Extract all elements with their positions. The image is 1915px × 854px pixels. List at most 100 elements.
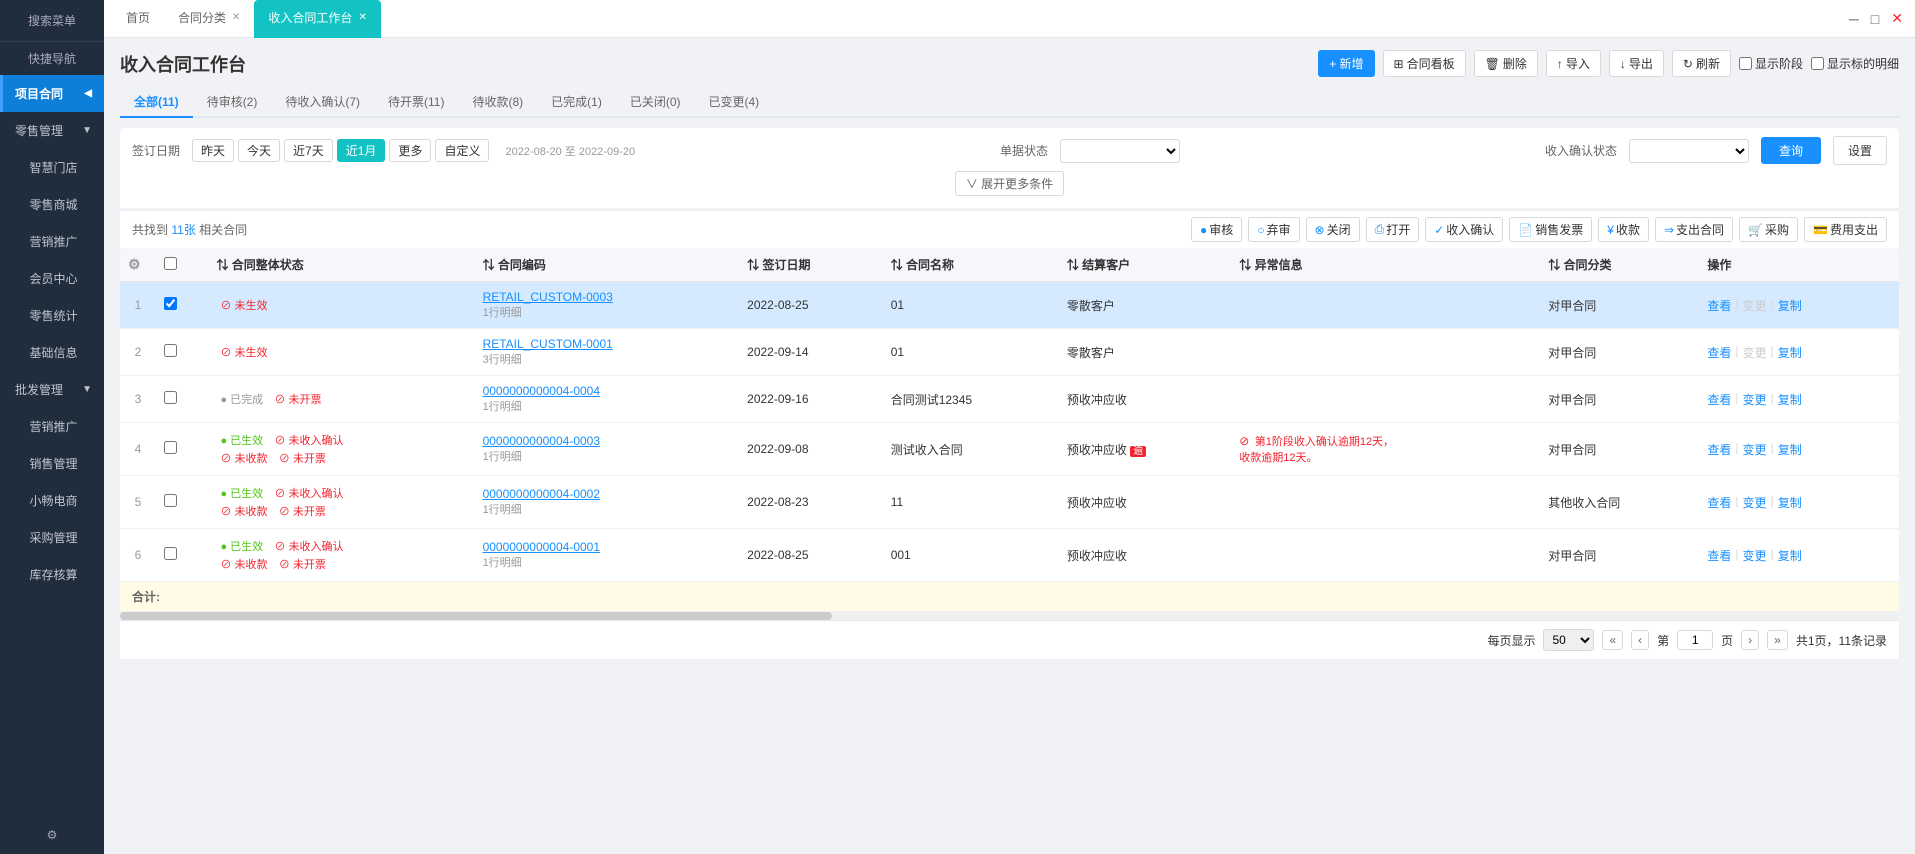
setting-button[interactable]: 设置 [1833, 136, 1887, 165]
date-last1month[interactable]: 近1月 [337, 139, 386, 162]
close-tab-contract-type[interactable]: ✕ [232, 12, 240, 23]
sidebar-item-sales-mgmt[interactable]: 销售管理 [0, 445, 104, 482]
change-button[interactable]: 变更 [1743, 494, 1767, 511]
copy-button[interactable]: 复制 [1778, 547, 1802, 564]
close-tab-income-workbench[interactable]: ✕ [358, 12, 366, 23]
export-button[interactable]: ↓ 导出 [1609, 50, 1664, 77]
col-category[interactable]: ⇅ 合同分类 [1540, 248, 1699, 282]
income-confirm-button[interactable]: ✓ 收入确认 [1425, 217, 1503, 242]
filter-tab-closed[interactable]: 已关闭(0) [616, 87, 695, 118]
view-button[interactable]: 查看 [1707, 344, 1731, 361]
date-yesterday[interactable]: 昨天 [192, 139, 234, 162]
row-checkbox[interactable] [156, 529, 208, 582]
sidebar-item-purchase[interactable]: 采购管理 [0, 519, 104, 556]
change-button[interactable]: 变更 [1743, 547, 1767, 564]
contract-link[interactable]: 0000000000004-0003 [483, 434, 600, 448]
horizontal-scrollbar[interactable] [120, 612, 1899, 620]
sidebar-search[interactable]: 搜索菜单 [0, 0, 104, 42]
view-button[interactable]: 查看 [1707, 494, 1731, 511]
view-button[interactable]: 查看 [1707, 391, 1731, 408]
contract-link[interactable]: 0000000000004-0004 [483, 384, 600, 398]
contract-link[interactable]: 0000000000004-0002 [483, 487, 600, 501]
show-cols-input[interactable] [1739, 57, 1752, 70]
close-window-button[interactable]: ✕ [1887, 10, 1907, 27]
row-checkbox[interactable] [156, 423, 208, 476]
income-confirm-select[interactable] [1629, 139, 1749, 163]
scrollbar-thumb[interactable] [120, 612, 832, 620]
sidebar-item-basic-info[interactable]: 基础信息 [0, 334, 104, 371]
query-button[interactable]: 查询 [1761, 137, 1821, 164]
copy-button[interactable]: 复制 [1778, 441, 1802, 458]
first-page-button[interactable]: « [1602, 630, 1623, 650]
row-checkbox[interactable] [156, 476, 208, 529]
delete-button[interactable]: 🗑 删除 [1474, 50, 1538, 77]
change-button[interactable]: 变更 [1743, 441, 1767, 458]
col-status[interactable]: ⇅ 合同整体状态 [208, 248, 474, 282]
contract-link[interactable]: 0000000000004-0001 [483, 540, 600, 554]
tab-contract-type[interactable]: 合同分类 ✕ [164, 0, 254, 38]
view-button[interactable]: 查看 [1707, 547, 1731, 564]
audit-button[interactable]: ● 审核 [1191, 217, 1242, 242]
filter-tab-pending-collect[interactable]: 待收款(8) [458, 87, 537, 118]
date-custom[interactable]: 自定义 [435, 139, 489, 162]
abandon-button[interactable]: ○ 弃审 [1248, 217, 1299, 242]
sidebar-item-retail-stats[interactable]: 零售统计 [0, 297, 104, 334]
col-abnormal[interactable]: ⇅ 异常信息 [1231, 248, 1540, 282]
date-more[interactable]: 更多 [389, 139, 431, 162]
close-button[interactable]: ⊗ 关闭 [1306, 217, 1360, 242]
row-checkbox[interactable] [156, 329, 208, 376]
copy-button[interactable]: 复制 [1778, 494, 1802, 511]
show-cols-checkbox[interactable]: 显示阶段 [1739, 55, 1803, 72]
change-button[interactable]: 变更 [1743, 391, 1767, 408]
purchase-button[interactable]: 🛒 采购 [1739, 217, 1798, 242]
sidebar-item-project[interactable]: 项目合同 ◀ [0, 75, 104, 112]
view-button[interactable]: 查看 [1707, 297, 1731, 314]
show-marks-input[interactable] [1811, 57, 1824, 70]
copy-button[interactable]: 复制 [1778, 344, 1802, 361]
filter-tab-pending-income[interactable]: 待收入确认(7) [271, 87, 374, 118]
sidebar-quick-nav[interactable]: 快捷导航 [0, 42, 104, 75]
tab-income-workbench[interactable]: 收入合同工作台 ✕ [254, 0, 380, 38]
col-code[interactable]: ⇅ 合同编码 [475, 248, 740, 282]
pay-out-button[interactable]: ⇒ 支出合同 [1655, 217, 1733, 242]
sidebar-item-member[interactable]: 会员中心 [0, 260, 104, 297]
last-page-button[interactable]: » [1767, 630, 1788, 650]
filter-tab-completed[interactable]: 已完成(1) [537, 87, 616, 118]
refresh-button[interactable]: ↻ 刷新 [1672, 50, 1731, 77]
sidebar-item-retail-mall[interactable]: 零售商城 [0, 186, 104, 223]
show-marks-checkbox[interactable]: 显示标的明细 [1811, 55, 1899, 72]
print-button[interactable]: ⎙ 打开 [1366, 217, 1420, 242]
date-today[interactable]: 今天 [238, 139, 280, 162]
change-button[interactable]: 变更 [1743, 297, 1767, 314]
new-button[interactable]: + 新增 [1318, 50, 1374, 77]
tab-home[interactable]: 首页 [112, 0, 164, 38]
row-checkbox[interactable] [156, 376, 208, 423]
page-number-input[interactable] [1677, 630, 1713, 650]
sidebar-item-smart-shop[interactable]: 智慧门店 [0, 149, 104, 186]
filter-tab-all[interactable]: 全部(11) [120, 87, 193, 118]
maximize-button[interactable]: □ [1867, 10, 1883, 27]
filter-tab-pending-review[interactable]: 待审核(2) [193, 87, 272, 118]
filter-tab-changed[interactable]: 已变更(4) [695, 87, 774, 118]
copy-button[interactable]: 复制 [1778, 391, 1802, 408]
contract-link[interactable]: RETAIL_CUSTOM-0003 [483, 290, 613, 304]
date-last7[interactable]: 近7天 [284, 139, 333, 162]
settings-icon[interactable]: ⚙ [128, 256, 141, 272]
sidebar-item-marketing2[interactable]: 营销推广 [0, 408, 104, 445]
sidebar-item-retail-mgmt[interactable]: 零售管理 ▼ [0, 112, 104, 149]
sidebar-item-wholesale[interactable]: 批发管理 ▼ [0, 371, 104, 408]
copy-button[interactable]: 复制 [1778, 297, 1802, 314]
sidebar-item-ecommerce[interactable]: 小畅电商 [0, 482, 104, 519]
doc-status-select[interactable] [1060, 139, 1180, 163]
minimize-button[interactable]: ─ [1845, 10, 1863, 27]
collect-button[interactable]: ¥ 收款 [1598, 217, 1649, 242]
contract-link[interactable]: RETAIL_CUSTOM-0001 [483, 337, 613, 351]
prev-page-button[interactable]: ‹ [1631, 630, 1649, 650]
sales-invoice-button[interactable]: 📄 销售发票 [1509, 217, 1592, 242]
import-button[interactable]: ↑ 导入 [1546, 50, 1601, 77]
select-all-checkbox[interactable] [164, 257, 177, 270]
col-date[interactable]: ⇅ 签订日期 [739, 248, 883, 282]
sidebar-item-marketing[interactable]: 营销推广 [0, 223, 104, 260]
sidebar-item-inventory[interactable]: 库存核算 [0, 556, 104, 593]
col-customer[interactable]: ⇅ 结算客户 [1059, 248, 1231, 282]
